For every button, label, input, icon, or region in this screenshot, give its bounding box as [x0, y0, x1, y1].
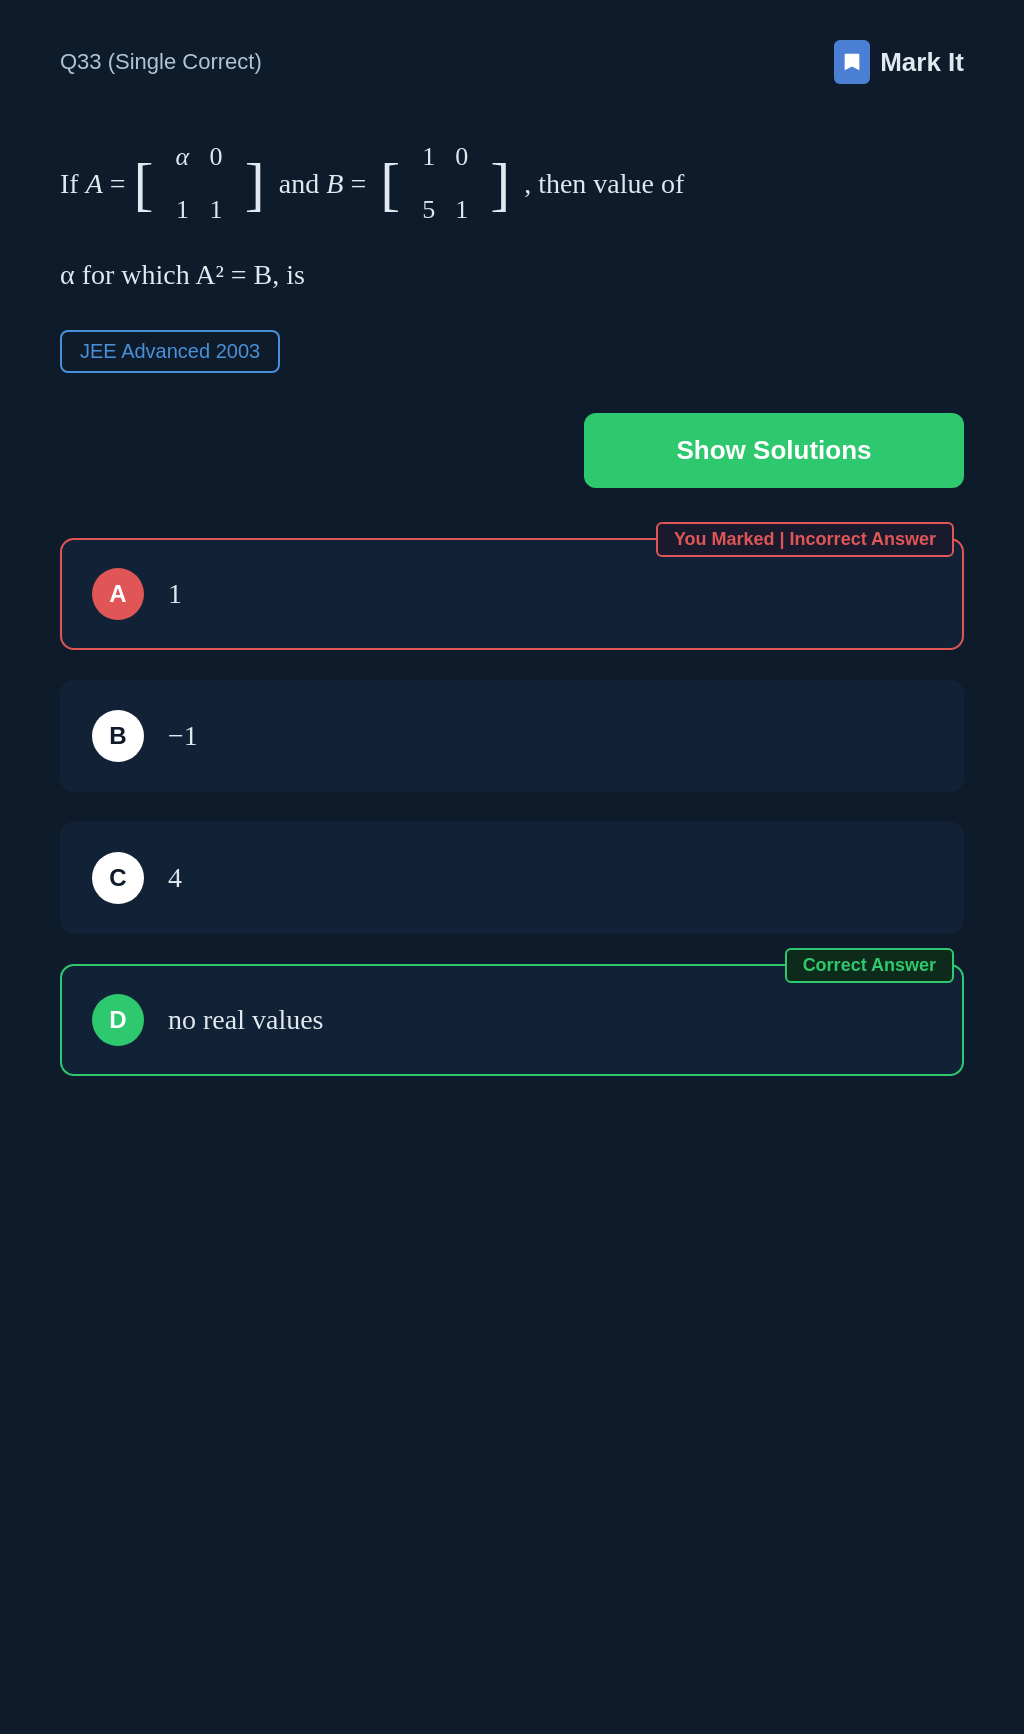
option-d-circle: D: [92, 994, 144, 1046]
tag-container: JEE Advanced 2003: [60, 330, 964, 373]
matrix-b-left-bracket: [: [380, 154, 400, 214]
question-label: Q33 (Single Correct): [60, 49, 262, 75]
show-solutions-container: Show Solutions: [60, 413, 964, 488]
bookmark-icon: [834, 40, 870, 84]
matrix-b-cell-10: 5: [422, 187, 435, 234]
mark-it-button[interactable]: Mark It: [834, 40, 964, 84]
matrix-a-right-bracket: ]: [245, 154, 265, 214]
option-c-wrapper: C 4: [60, 822, 964, 934]
option-c-value: 4: [168, 862, 182, 894]
options-container: You Marked | Incorrect Answer A 1 B −1: [60, 538, 964, 1076]
option-b-circle: B: [92, 710, 144, 762]
page-container: Q33 (Single Correct) Mark It If A = [ α …: [0, 0, 1024, 1116]
option-b-card[interactable]: B −1: [60, 680, 964, 792]
question-body: If A = [ α 0 1 1 ] and B = [ 1 0 5 1 ] ,…: [60, 124, 964, 300]
matrix-a-left-bracket: [: [134, 154, 154, 214]
mark-it-label: Mark It: [880, 47, 964, 78]
question-line2-text: α for which A² = B, is: [60, 259, 305, 290]
option-d-tag: Correct Answer: [785, 948, 954, 983]
matrix-a-cell-00: α: [176, 134, 190, 181]
matrix-a-cell-01: 0: [209, 134, 223, 181]
show-solutions-button[interactable]: Show Solutions: [584, 413, 964, 488]
matrix-b-cell-11: 1: [455, 187, 468, 234]
matrix-b-right-bracket: ]: [490, 154, 510, 214]
header: Q33 (Single Correct) Mark It: [60, 40, 964, 84]
option-d-value: no real values: [168, 1004, 324, 1036]
option-b-value: −1: [168, 720, 198, 752]
option-a-value: 1: [168, 578, 182, 610]
jee-tag: JEE Advanced 2003: [60, 330, 280, 373]
option-a-circle: A: [92, 568, 144, 620]
question-prefix: If A =: [60, 159, 126, 209]
option-a-wrapper: You Marked | Incorrect Answer A 1: [60, 538, 964, 650]
question-line2: α for which A² = B, is: [60, 250, 964, 300]
matrix-a-cell-10: 1: [176, 187, 190, 234]
question-line1: If A = [ α 0 1 1 ] and B = [ 1 0 5 1 ] ,…: [60, 124, 964, 244]
option-b-wrapper: B −1: [60, 680, 964, 792]
conjunction: and B =: [279, 159, 366, 209]
matrix-b: 1 0 5 1: [408, 124, 482, 244]
option-c-circle: C: [92, 852, 144, 904]
matrix-a: α 0 1 1: [162, 124, 237, 244]
option-c-card[interactable]: C 4: [60, 822, 964, 934]
question-suffix: , then value of: [524, 159, 684, 209]
matrix-b-cell-00: 1: [422, 134, 435, 181]
matrix-a-cell-11: 1: [209, 187, 223, 234]
matrix-b-cell-01: 0: [455, 134, 468, 181]
option-a-tag: You Marked | Incorrect Answer: [656, 522, 954, 557]
option-d-wrapper: Correct Answer D no real values: [60, 964, 964, 1076]
